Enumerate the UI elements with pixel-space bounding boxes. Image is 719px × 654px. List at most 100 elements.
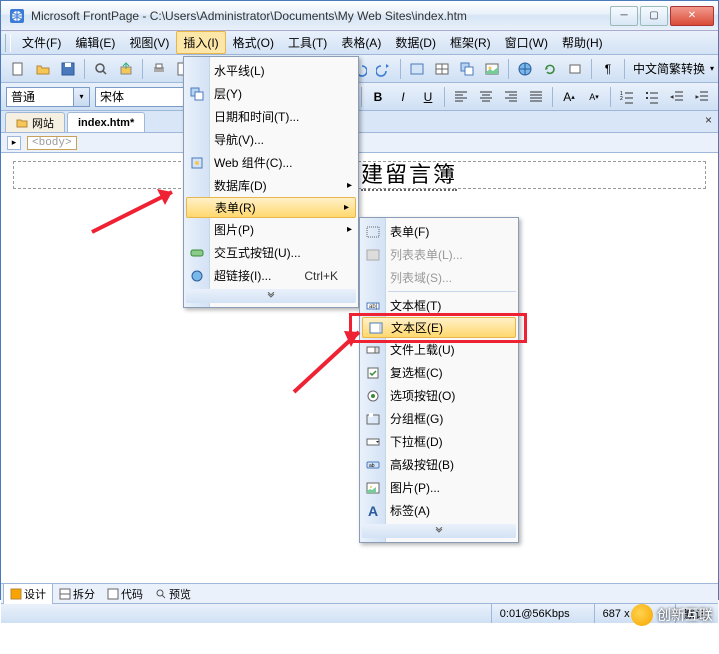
- bold-button[interactable]: B: [366, 86, 390, 108]
- body-tag[interactable]: <body>: [27, 136, 77, 150]
- table-button[interactable]: [430, 58, 454, 80]
- component-icon: [188, 154, 206, 172]
- mi-form[interactable]: 表单(R)▸: [186, 197, 356, 218]
- preview-icon: [155, 588, 167, 600]
- mi-nav[interactable]: 导航(V)...: [184, 128, 358, 151]
- italic-button[interactable]: I: [391, 86, 415, 108]
- style-select[interactable]: 普通▾: [6, 87, 90, 107]
- mi-webcomp[interactable]: Web 组件(C)...: [184, 151, 358, 174]
- stop-button[interactable]: [563, 58, 587, 80]
- underline-button[interactable]: U: [416, 86, 440, 108]
- checkbox-icon: [364, 364, 382, 382]
- menu-table[interactable]: 表格(A): [334, 31, 388, 54]
- status-bar: 0:01@56Kbps 687 x 446 默认: [1, 603, 718, 623]
- publish-button[interactable]: [114, 58, 138, 80]
- fm-checkbox[interactable]: 复选框(C): [360, 361, 518, 384]
- radio-icon: [364, 387, 382, 405]
- menu-view[interactable]: 视图(V): [122, 31, 176, 54]
- fm-radio[interactable]: 选项按钮(O): [360, 384, 518, 407]
- cn-convert-label[interactable]: 中文简繁转换: [629, 60, 709, 77]
- tab-close-button[interactable]: ×: [705, 113, 712, 127]
- folder-icon: [16, 117, 28, 129]
- menu-edit[interactable]: 编辑(E): [68, 31, 122, 54]
- menu-format[interactable]: 格式(O): [226, 31, 281, 54]
- fm-advbutton[interactable]: ab高级按钮(B): [360, 453, 518, 476]
- svg-text:ab|: ab|: [369, 304, 378, 310]
- mi-interactive-btn[interactable]: 交互式按钮(U)...: [184, 241, 358, 264]
- document-tabs: 网站 index.htm* ×: [1, 111, 718, 133]
- increase-font-button[interactable]: A▴: [557, 86, 581, 108]
- webcomponent-button[interactable]: [405, 58, 429, 80]
- menubar-handle[interactable]: [5, 34, 11, 52]
- menu-data[interactable]: 数据(D): [388, 31, 443, 54]
- menubar: 文件(F) 编辑(E) 视图(V) 插入(I) 格式(O) 工具(T) 表格(A…: [1, 31, 718, 55]
- indent-button[interactable]: [690, 86, 714, 108]
- search-button[interactable]: [89, 58, 113, 80]
- fm-textbox[interactable]: ab|文本框(T): [360, 294, 518, 317]
- bullet-list-button[interactable]: [640, 86, 664, 108]
- svg-text:ab: ab: [369, 463, 375, 469]
- split-icon: [59, 588, 71, 600]
- view-code[interactable]: 代码: [101, 584, 149, 604]
- breadcrumb-menu-button[interactable]: ▸: [7, 136, 21, 150]
- hyperlink-button[interactable]: [513, 58, 537, 80]
- form-submenu-dropdown: 表单(F) 列表表单(L)... 列表域(S)... ab|文本框(T) 文本区…: [359, 217, 519, 543]
- align-left-button[interactable]: [449, 86, 473, 108]
- fm-fileupload[interactable]: 文件上载(U): [360, 338, 518, 361]
- mi-picture[interactable]: 图片(P)▸: [184, 218, 358, 241]
- align-center-button[interactable]: [474, 86, 498, 108]
- align-right-button[interactable]: [499, 86, 523, 108]
- insert-menu-dropdown: 水平线(L) 层(Y) 日期和时间(T)... 导航(V)... Web 组件(…: [183, 56, 359, 308]
- mi-hyperlink[interactable]: 超链接(I)...Ctrl+K: [184, 264, 358, 287]
- app-icon: [9, 8, 25, 24]
- close-button[interactable]: ✕: [670, 6, 714, 26]
- table-outline: [13, 161, 706, 189]
- tab-website[interactable]: 网站: [5, 112, 65, 132]
- picture2-button[interactable]: [480, 58, 504, 80]
- align-justify-button[interactable]: [524, 86, 548, 108]
- mi-datetime[interactable]: 日期和时间(T)...: [184, 105, 358, 128]
- outdent-button[interactable]: [665, 86, 689, 108]
- fm-textarea[interactable]: 文本区(E): [362, 317, 516, 338]
- menu-tools[interactable]: 工具(T): [281, 31, 334, 54]
- fm-form[interactable]: 表单(F): [360, 220, 518, 243]
- fm-groupbox[interactable]: 分组框(G): [360, 407, 518, 430]
- print-button[interactable]: [147, 58, 171, 80]
- menu-expand[interactable]: [186, 289, 356, 303]
- fm-dropdown[interactable]: 下拉框(D): [360, 430, 518, 453]
- window-title: Microsoft FrontPage - C:\Users\Administr…: [31, 9, 608, 23]
- refresh-button[interactable]: [538, 58, 562, 80]
- formatting-toolbar: 普通▾ 宋体▾ B I U A▴ A▾ 12: [1, 83, 718, 111]
- view-preview[interactable]: 预览: [149, 584, 197, 604]
- fm-label[interactable]: A标签(A): [360, 499, 518, 522]
- menu-frame[interactable]: 框架(R): [443, 31, 498, 54]
- tab-index[interactable]: index.htm*: [67, 112, 145, 132]
- redo-button[interactable]: [372, 58, 396, 80]
- fm-picture[interactable]: 图片(P)...: [360, 476, 518, 499]
- maximize-button[interactable]: ▢: [640, 6, 668, 26]
- showall-button[interactable]: ¶: [596, 58, 620, 80]
- view-tabs: 设计 拆分 代码 预览: [1, 583, 718, 603]
- menu-window[interactable]: 窗口(W): [498, 31, 555, 54]
- new-button[interactable]: [6, 58, 30, 80]
- button-icon: [188, 244, 206, 262]
- numbered-list-button[interactable]: 12: [615, 86, 639, 108]
- open-button[interactable]: [31, 58, 55, 80]
- menu-file[interactable]: 文件(F): [15, 31, 68, 54]
- save-button[interactable]: [56, 58, 80, 80]
- picture-icon: [364, 479, 382, 497]
- watermark-icon: [631, 604, 653, 626]
- layer-icon: [188, 85, 206, 103]
- fm-listfield: 列表域(S)...: [360, 266, 518, 289]
- decrease-font-button[interactable]: A▾: [582, 86, 606, 108]
- mi-hr[interactable]: 水平线(L): [184, 59, 358, 82]
- layer-button[interactable]: [455, 58, 479, 80]
- menu-help[interactable]: 帮助(H): [555, 31, 610, 54]
- minimize-button[interactable]: ─: [610, 6, 638, 26]
- submenu-expand[interactable]: [362, 524, 516, 538]
- menu-insert[interactable]: 插入(I): [176, 31, 225, 54]
- mi-database[interactable]: 数据库(D)▸: [184, 174, 358, 197]
- view-design[interactable]: 设计: [3, 583, 53, 604]
- mi-layer[interactable]: 层(Y): [184, 82, 358, 105]
- view-split[interactable]: 拆分: [53, 584, 101, 604]
